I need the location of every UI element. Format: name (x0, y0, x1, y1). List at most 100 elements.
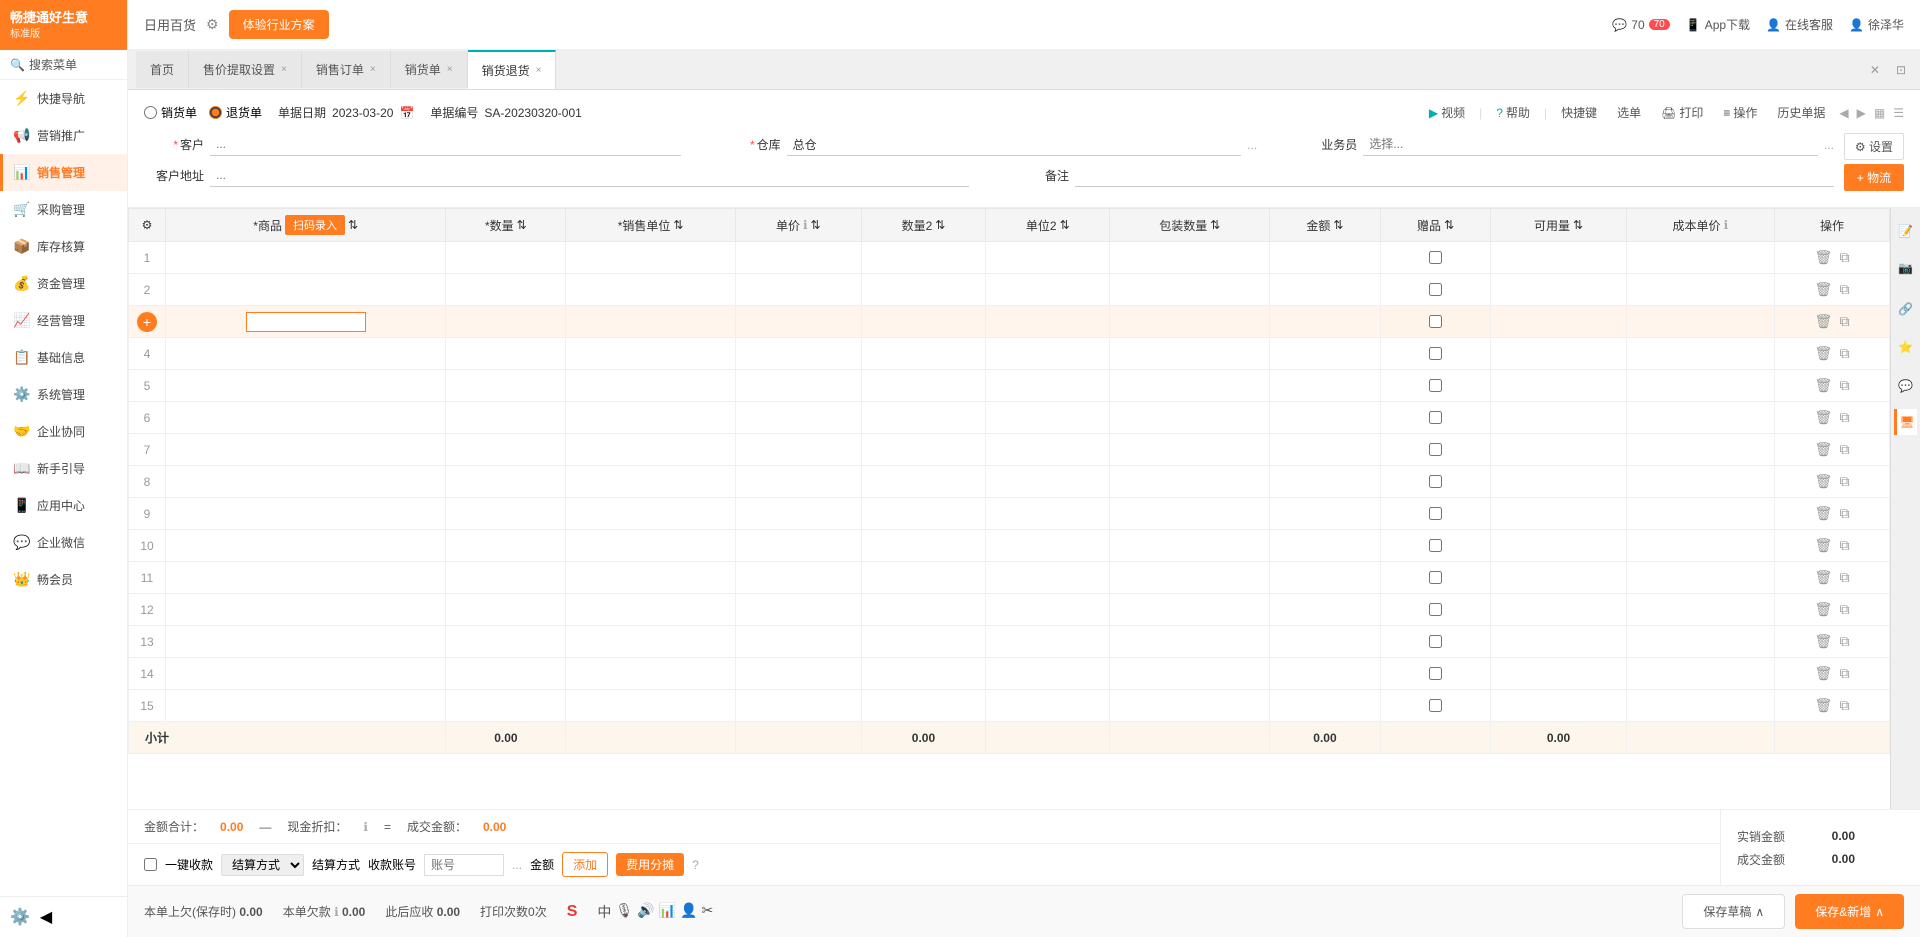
gift-checkbox[interactable] (1429, 347, 1442, 360)
delete-row-button[interactable]: 🗑 (1812, 247, 1834, 268)
gift-checkbox[interactable] (1429, 379, 1442, 392)
sidebar-item-operations[interactable]: 📈 经营管理 (0, 302, 127, 339)
gift-cell[interactable] (1380, 274, 1491, 306)
user-btn[interactable]: 👤 徐泽华 (1849, 16, 1904, 33)
amount-sort-icon[interactable]: ⇅ (1333, 218, 1343, 232)
gift-cell[interactable] (1380, 370, 1491, 402)
unit2-sort-icon[interactable]: ⇅ (1060, 218, 1070, 232)
delete-row-button[interactable]: 🗑 (1812, 567, 1834, 588)
gift-checkbox[interactable] (1429, 539, 1442, 552)
add-button[interactable]: 添加 (562, 852, 608, 877)
radio-sale-input[interactable] (144, 106, 157, 119)
tab-sales-close[interactable]: × (447, 64, 453, 75)
copy-row-button[interactable]: ⧉ (1838, 343, 1852, 364)
delete-row-button[interactable]: 🗑 (1812, 599, 1834, 620)
gift-checkbox[interactable] (1429, 667, 1442, 680)
bottom-icon5[interactable]: 👤 (680, 902, 697, 922)
delete-row-button[interactable]: 🗑 (1812, 375, 1834, 396)
right-sidebar-btn6[interactable]: 🖥 (1894, 409, 1916, 435)
gift-checkbox[interactable] (1429, 283, 1442, 296)
sidebar-item-enterprise[interactable]: 🤝 企业协同 (0, 413, 127, 450)
customer-input[interactable] (210, 133, 681, 156)
settings-side-btn[interactable]: ⚙ 设置 (1844, 133, 1904, 160)
gift-cell[interactable] (1380, 242, 1491, 274)
qty2-sort-icon[interactable]: ⇅ (935, 218, 945, 232)
gift-cell[interactable] (1380, 306, 1491, 338)
gift-cell[interactable] (1380, 690, 1491, 722)
copy-row-button[interactable]: ⧉ (1838, 503, 1852, 524)
gift-checkbox[interactable] (1429, 507, 1442, 520)
gift-checkbox[interactable] (1429, 251, 1442, 264)
right-sidebar-btn2[interactable]: 📷 (1899, 255, 1913, 286)
copy-row-button[interactable]: ⧉ (1838, 471, 1852, 492)
delete-row-button[interactable]: 🗑 (1812, 503, 1834, 524)
sidebar-item-basic-info[interactable]: 📋 基础信息 (0, 339, 127, 376)
next-icon[interactable]: ▶ (1857, 106, 1866, 120)
list-icon[interactable]: ☰ (1893, 106, 1904, 120)
gift-checkbox[interactable] (1429, 635, 1442, 648)
note-input[interactable] (1075, 164, 1834, 187)
tab-sales-order[interactable]: 销售订单 × (302, 51, 391, 88)
fee-help-icon[interactable]: ? (692, 858, 699, 872)
sidebar-item-marketing[interactable]: 📢 营销推广 (0, 117, 127, 154)
right-sidebar-btn4[interactable]: ⭐ (1899, 332, 1913, 363)
sidebar-item-app-center[interactable]: 📱 应用中心 (0, 487, 127, 524)
unit-sort-icon[interactable]: ⇅ (673, 218, 683, 232)
gift-checkbox[interactable] (1429, 603, 1442, 616)
address-input[interactable] (210, 164, 969, 187)
gift-checkbox[interactable] (1429, 475, 1442, 488)
debit-help[interactable]: ℹ (334, 905, 339, 919)
gift-checkbox[interactable] (1429, 315, 1442, 328)
tab-sales-return[interactable]: 销货退货 × (468, 50, 557, 89)
delete-row-button[interactable]: 🗑 (1812, 439, 1834, 460)
delete-row-button[interactable]: 🗑 (1812, 471, 1834, 492)
scan-button[interactable]: 扫码录入 (285, 215, 345, 235)
grid-icon[interactable]: ▦ (1874, 106, 1885, 120)
fee-split-button[interactable]: 费用分摊 (616, 853, 684, 876)
expand-tab-icon[interactable]: ⊡ (1890, 63, 1912, 77)
sort-icon[interactable]: ⇅ (348, 218, 358, 232)
th-settings[interactable]: ⚙ (129, 209, 166, 242)
logistics-side-btn[interactable]: + 物流 (1844, 164, 1904, 191)
settings-icon[interactable]: ⚙️ (10, 907, 30, 927)
delete-row-button[interactable]: 🗑 (1812, 631, 1834, 652)
sidebar-item-search[interactable]: 🔍 搜索菜单 (0, 50, 127, 80)
message-btn[interactable]: 💬 70 70 (1612, 18, 1669, 32)
product-cell[interactable] (166, 306, 446, 338)
gift-cell[interactable] (1380, 402, 1491, 434)
save-new-button[interactable]: 保存&新增 ∧ (1795, 894, 1904, 929)
tab-price-settings-close[interactable]: × (281, 64, 287, 75)
dots-icon[interactable]: ... (512, 858, 522, 872)
delete-row-button[interactable]: 🗑 (1812, 663, 1834, 684)
bottom-icon4[interactable]: 📊 (659, 902, 676, 922)
copy-row-button[interactable]: ⧉ (1838, 535, 1852, 556)
bottom-icon2[interactable]: 🎙 (615, 902, 633, 922)
toolbar-history-btn[interactable]: 历史单据 (1771, 102, 1831, 123)
sidebar-item-quick-nav[interactable]: ⚡ 快捷导航 (0, 80, 127, 117)
bottom-icon6[interactable]: ✂ (702, 902, 714, 922)
product-input[interactable] (246, 312, 366, 332)
warehouse-input[interactable] (787, 133, 1242, 156)
gift-checkbox[interactable] (1429, 411, 1442, 424)
gift-cell[interactable] (1380, 530, 1491, 562)
column-settings-icon[interactable]: ⚙ (142, 218, 153, 232)
package-sort-icon[interactable]: ⇅ (1210, 218, 1220, 232)
add-row-button[interactable]: + (137, 312, 157, 332)
copy-row-button[interactable]: ⧉ (1838, 695, 1852, 716)
copy-row-button[interactable]: ⧉ (1838, 631, 1852, 652)
copy-row-button[interactable]: ⧉ (1838, 247, 1852, 268)
gift-cell[interactable] (1380, 594, 1491, 626)
delete-row-button[interactable]: 🗑 (1812, 695, 1834, 716)
gift-cell[interactable] (1380, 658, 1491, 690)
delete-row-button[interactable]: 🗑 (1812, 311, 1834, 332)
copy-row-button[interactable]: ⧉ (1838, 663, 1852, 684)
price-info-icon[interactable]: ℹ (803, 218, 808, 232)
sidebar-item-member[interactable]: 👑 畅会员 (0, 561, 127, 598)
tab-sales-return-close[interactable]: × (536, 65, 542, 76)
tab-sales-order-close[interactable]: × (370, 64, 376, 75)
right-sidebar-btn3[interactable]: 🔗 (1899, 293, 1913, 324)
sidebar-item-guide[interactable]: 📖 新手引导 (0, 450, 127, 487)
available-sort-icon[interactable]: ⇅ (1573, 218, 1583, 232)
calendar-icon[interactable]: 📅 (399, 106, 414, 120)
online-service-btn[interactable]: 👤 在线客服 (1766, 16, 1833, 33)
